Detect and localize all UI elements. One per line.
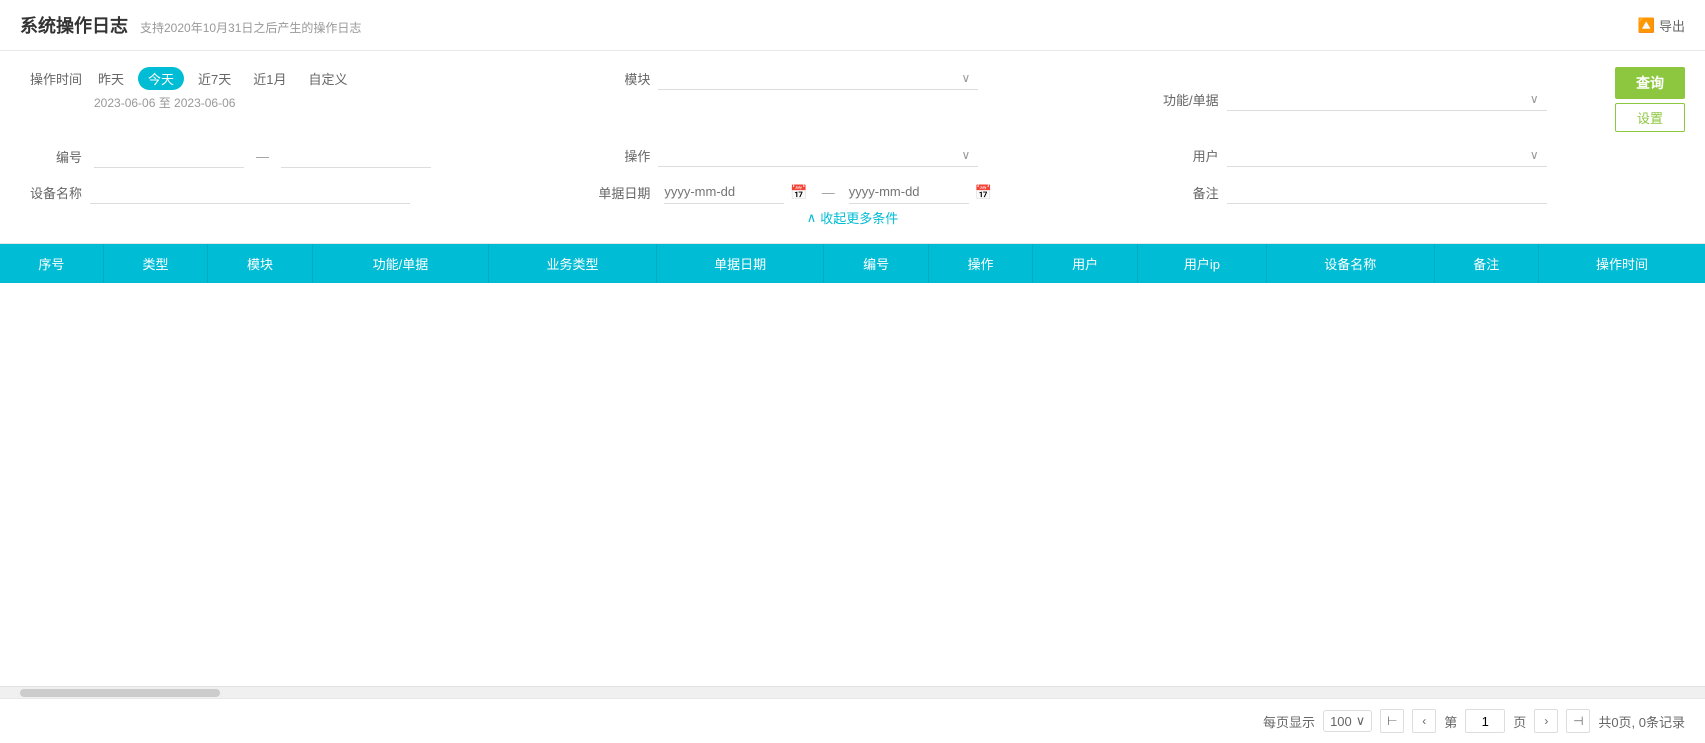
export-button[interactable]: 🔼 导出 (1638, 16, 1685, 35)
col-doc-date: 单据日期 (656, 244, 824, 283)
col-function: 功能/单据 (312, 244, 488, 283)
page-input[interactable] (1465, 709, 1505, 733)
operation-chevron-icon: ∨ (962, 148, 971, 162)
col-user-ip: 用户ip (1137, 244, 1266, 283)
user-label: 用户 (1157, 146, 1227, 165)
query-button[interactable]: 查询 (1615, 67, 1685, 99)
total-info: 共0页, 0条记录 (1598, 712, 1685, 731)
first-page-button[interactable]: ⊢ (1380, 709, 1404, 733)
remark-label: 备注 (1157, 183, 1227, 202)
col-user: 用户 (1033, 244, 1137, 283)
col-number: 编号 (824, 244, 928, 283)
col-remark: 备注 (1434, 244, 1538, 283)
collapse-up-icon: ∧ (807, 210, 817, 226)
operation-select[interactable]: ∨ (658, 144, 978, 167)
user-select[interactable]: ∨ (1227, 144, 1547, 167)
col-device: 设备名称 (1266, 244, 1434, 283)
per-page-chevron-icon: ∨ (1356, 713, 1366, 729)
page-title: 系统操作日志 (20, 12, 128, 38)
calendar-from-icon[interactable]: 📅 (790, 184, 807, 201)
col-op-time: 操作时间 (1539, 244, 1705, 283)
per-page-select[interactable]: 100 ∨ (1323, 710, 1372, 732)
number-input-from[interactable] (94, 144, 244, 168)
module-label: 模块 (588, 69, 658, 88)
data-table: 序号 类型 模块 功能/单据 业务类型 单据日期 编号 操作 用户 用户ip 设… (0, 244, 1705, 283)
time-label: 操作时间 (20, 69, 90, 88)
pagination-bar: 每页显示 100 ∨ ⊢ ‹ 第 页 › ⊣ 共0页, 0条记录 (0, 698, 1705, 743)
date-dash: — (822, 185, 835, 200)
table-header-row: 序号 类型 模块 功能/单据 业务类型 单据日期 编号 操作 用户 用户ip 设… (0, 244, 1705, 283)
date-to-input[interactable] (849, 180, 969, 204)
per-page-value: 100 (1330, 714, 1352, 729)
module-chevron-icon: ∨ (962, 71, 971, 85)
number-input-to[interactable] (281, 144, 431, 168)
time-btn-7days[interactable]: 近7天 (190, 67, 239, 90)
page-label: 第 (1444, 712, 1457, 731)
doc-date-label: 单据日期 (588, 183, 658, 202)
function-select[interactable]: ∨ (1227, 88, 1547, 111)
col-seq: 序号 (0, 244, 103, 283)
page-unit: 页 (1513, 712, 1526, 731)
per-page-label: 每页显示 (1263, 712, 1315, 731)
col-operation: 操作 (928, 244, 1032, 283)
number-dash: — (256, 149, 269, 164)
date-from-input[interactable] (664, 180, 784, 204)
time-btn-1month[interactable]: 近1月 (245, 67, 294, 90)
time-btn-today[interactable]: 今天 (138, 67, 184, 90)
device-input[interactable] (90, 180, 410, 204)
settings-button[interactable]: 设置 (1615, 103, 1685, 132)
last-page-button[interactable]: ⊣ (1566, 709, 1590, 733)
time-btn-custom[interactable]: 自定义 (301, 67, 356, 90)
calendar-to-icon[interactable]: 📅 (975, 184, 992, 201)
user-chevron-icon: ∨ (1530, 148, 1539, 162)
export-icon: 🔼 (1638, 17, 1655, 34)
col-module: 模块 (208, 244, 312, 283)
function-chevron-icon: ∨ (1530, 92, 1539, 106)
time-filter-group: 昨天 今天 近7天 近1月 自定义 (90, 67, 356, 90)
device-label: 设备名称 (20, 183, 90, 202)
time-btn-yesterday[interactable]: 昨天 (90, 67, 132, 90)
operation-label: 操作 (588, 146, 658, 165)
number-label: 编号 (20, 147, 90, 166)
col-biz-type: 业务类型 (489, 244, 657, 283)
prev-page-button[interactable]: ‹ (1412, 709, 1436, 733)
col-type: 类型 (103, 244, 207, 283)
function-label: 功能/单据 (1157, 90, 1227, 109)
collapse-button[interactable]: ∧ 收起更多条件 (807, 208, 899, 227)
scrollbar-thumb[interactable] (20, 689, 220, 697)
time-range: 2023-06-06 至 2023-06-06 (94, 96, 235, 110)
horizontal-scrollbar[interactable] (0, 686, 1705, 698)
next-page-button[interactable]: › (1534, 709, 1558, 733)
remark-input[interactable] (1227, 180, 1547, 204)
module-select[interactable]: ∨ (658, 67, 978, 90)
page-subtitle: 支持2020年10月31日之后产生的操作日志 (140, 19, 361, 36)
